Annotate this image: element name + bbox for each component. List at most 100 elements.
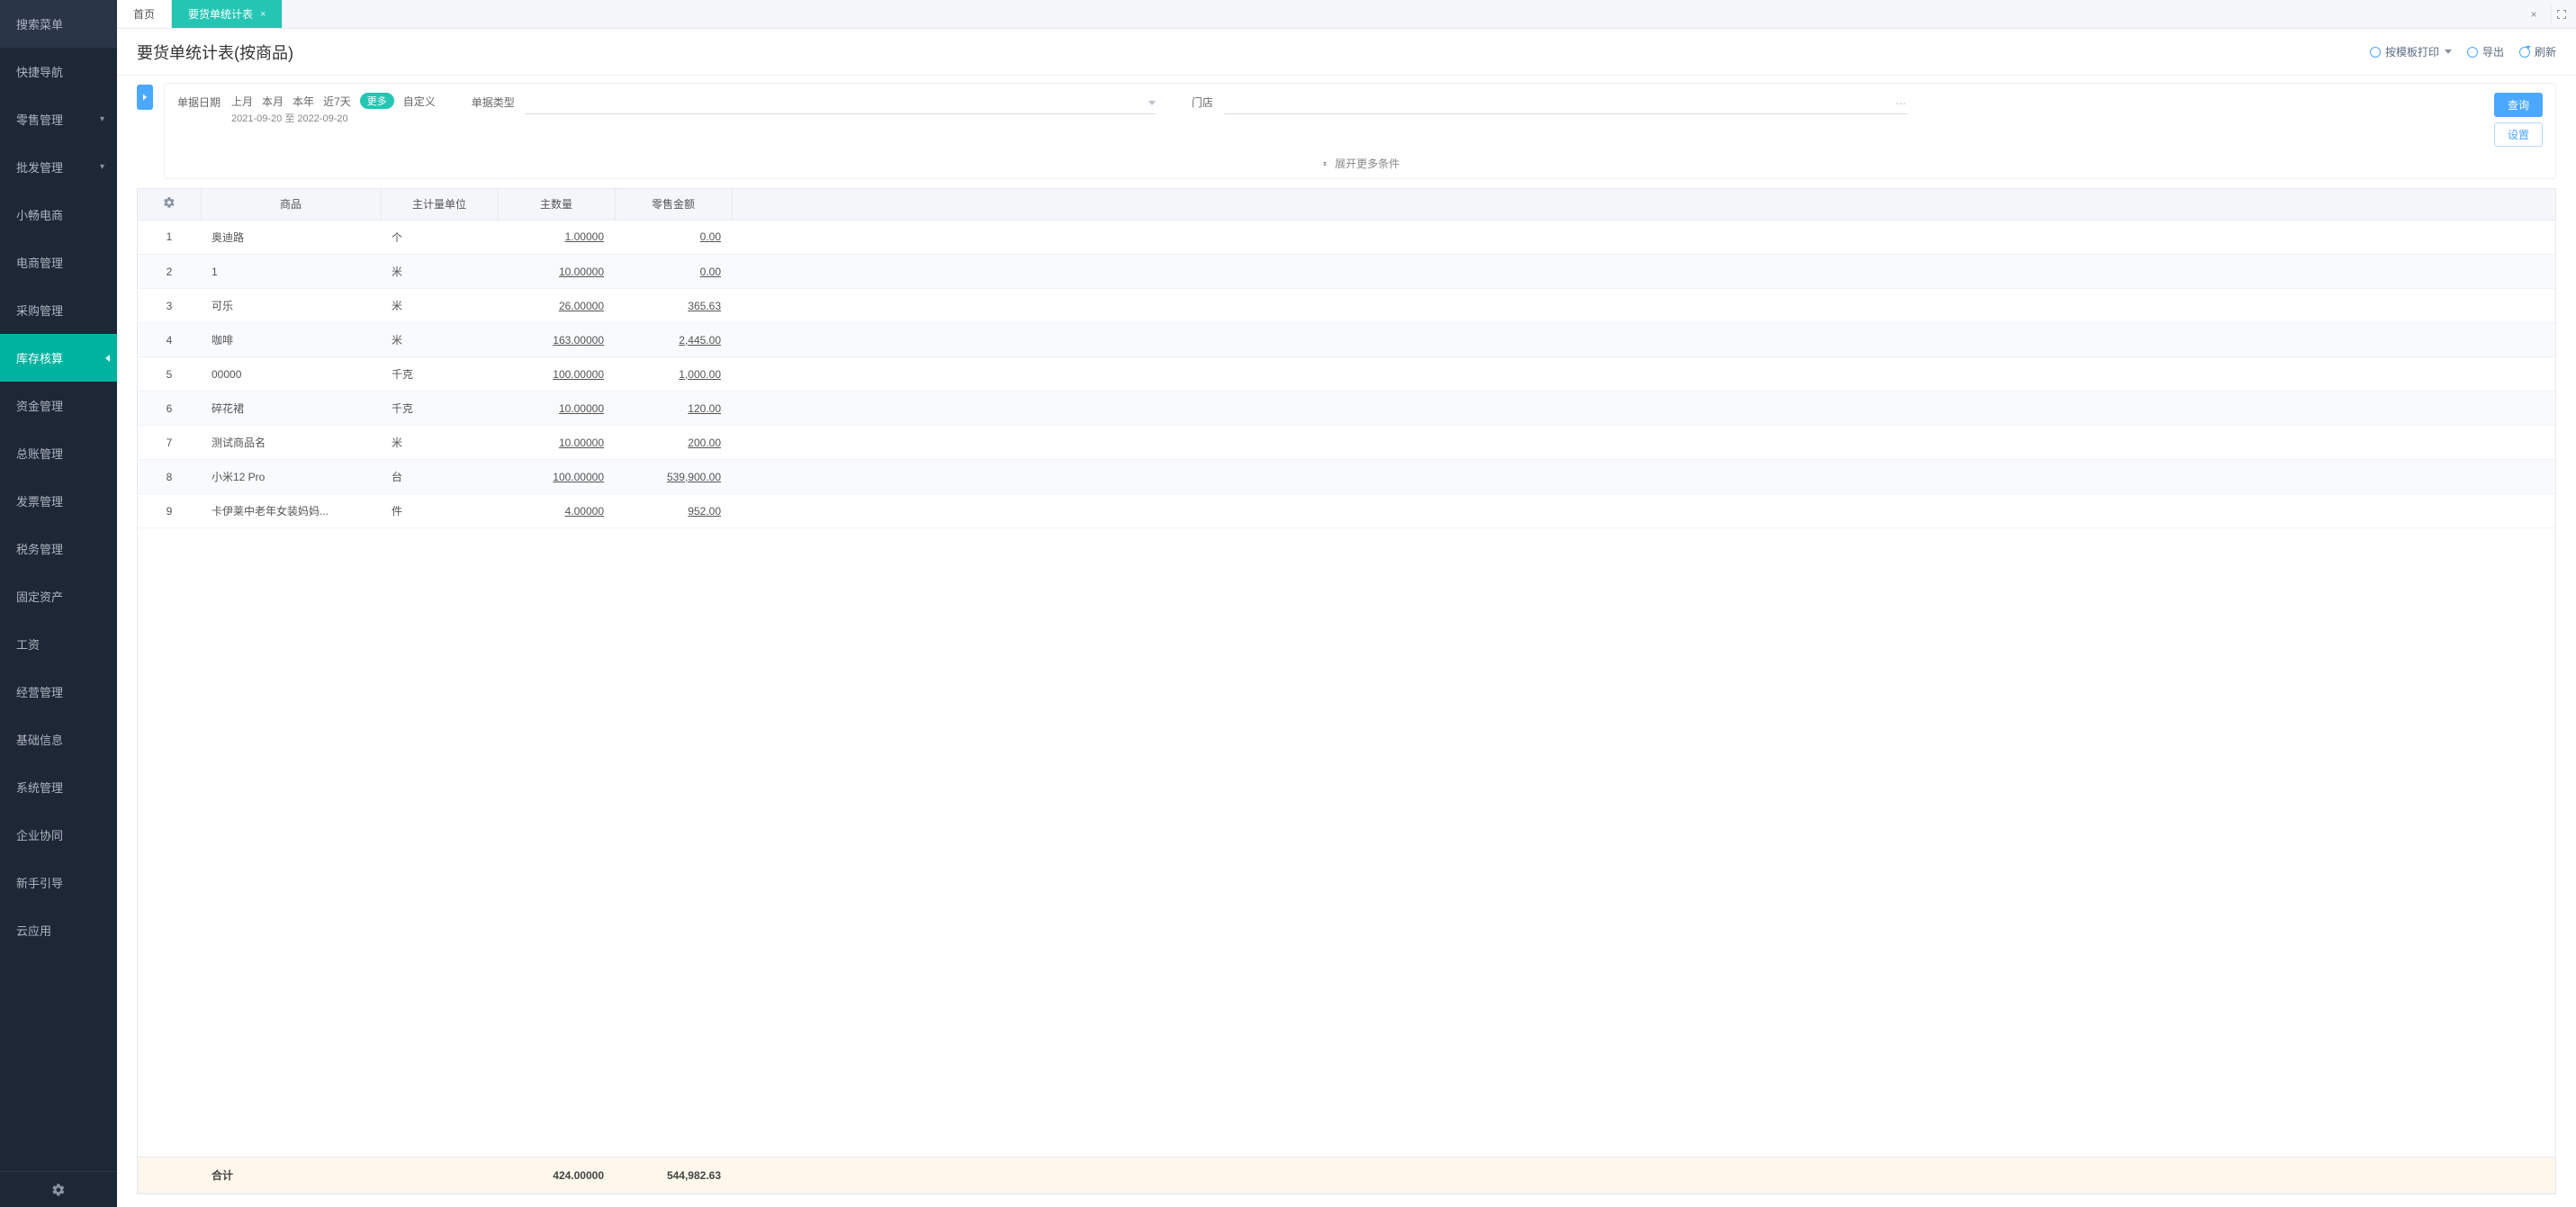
- sidebar-item-12[interactable]: 固定资产: [0, 572, 117, 620]
- date-more-pill[interactable]: 更多: [360, 93, 394, 109]
- tab-current[interactable]: 要货单统计表 ×: [172, 0, 283, 28]
- cell-qty[interactable]: 163.00000: [498, 323, 615, 357]
- chevron-down-icon: [2445, 50, 2452, 54]
- filter-billtype-label: 单据类型: [472, 93, 515, 110]
- table-row[interactable]: 4咖啡米163.000002,445.00: [138, 323, 2555, 357]
- table-settings-header[interactable]: [138, 189, 201, 220]
- cell-amount[interactable]: 539,900.00: [615, 460, 732, 494]
- cell-unit: 千克: [381, 357, 498, 392]
- date-this-month[interactable]: 本月: [262, 94, 284, 109]
- tab-home[interactable]: 首页: [117, 0, 172, 28]
- cell-unit: 米: [381, 426, 498, 460]
- store-select[interactable]: ⋯: [1224, 93, 1908, 114]
- col-spacer: [732, 189, 2555, 220]
- table-row[interactable]: 3可乐米26.00000365.63: [138, 289, 2555, 323]
- cell-amount[interactable]: 2,445.00: [615, 323, 732, 357]
- sidebar-item-19[interactable]: 云应用: [0, 906, 117, 954]
- sidebar-item-17[interactable]: 企业协同: [0, 811, 117, 859]
- cell-qty[interactable]: 26.00000: [498, 289, 615, 323]
- cell-name: 测试商品名: [201, 426, 381, 460]
- fullscreen-button[interactable]: [2551, 5, 2571, 24]
- cell-unit: 个: [381, 221, 498, 255]
- billtype-select[interactable]: [526, 93, 1156, 114]
- cell-amount[interactable]: 365.63: [615, 289, 732, 323]
- sidebar-item-label: 采购管理: [16, 302, 63, 319]
- sidebar-item-label: 总账管理: [16, 445, 63, 462]
- col-amount[interactable]: 零售金额: [615, 189, 732, 220]
- refresh-label: 刷新: [2535, 44, 2556, 59]
- footer-qty: 424.00000: [498, 1157, 615, 1193]
- sidebar-item-6[interactable]: 采购管理: [0, 286, 117, 334]
- cell-amount[interactable]: 120.00: [615, 392, 732, 426]
- table-row[interactable]: 6碎花裙千克10.00000120.00: [138, 392, 2555, 426]
- cell-qty[interactable]: 100.00000: [498, 460, 615, 494]
- sidebar-item-5[interactable]: 电商管理: [0, 239, 117, 286]
- col-product[interactable]: 商品: [201, 189, 381, 220]
- settings-button[interactable]: 设置: [2494, 122, 2543, 147]
- sidebar-item-label: 搜索菜单: [16, 15, 63, 32]
- sidebar: 搜索菜单快捷导航零售管理▾批发管理▾小畅电商电商管理采购管理库存核算资金管理总账…: [0, 0, 117, 1207]
- sidebar-item-11[interactable]: 税务管理: [0, 525, 117, 572]
- sidebar-item-8[interactable]: 资金管理: [0, 382, 117, 429]
- tab-close-all-button[interactable]: ×: [2524, 5, 2544, 24]
- expand-filters-button[interactable]: 展开更多条件: [177, 150, 2543, 178]
- sidebar-item-7[interactable]: 库存核算: [0, 334, 117, 382]
- table-header-row: 商品 主计量单位 主数量 零售金额: [138, 189, 2555, 220]
- query-button[interactable]: 查询: [2494, 93, 2543, 117]
- date-this-year[interactable]: 本年: [293, 94, 314, 109]
- col-qty[interactable]: 主数量: [498, 189, 615, 220]
- chevron-down-icon: ▾: [100, 162, 104, 172]
- sidebar-item-label: 资金管理: [16, 397, 63, 414]
- table-row[interactable]: 21米10.000000.00: [138, 255, 2555, 289]
- cell-amount[interactable]: 0.00: [615, 255, 732, 289]
- sidebar-item-16[interactable]: 系统管理: [0, 763, 117, 811]
- cell-qty[interactable]: 1.00000: [498, 221, 615, 255]
- cell-qty[interactable]: 10.00000: [498, 255, 615, 289]
- col-unit[interactable]: 主计量单位: [381, 189, 498, 220]
- cell-amount[interactable]: 0.00: [615, 221, 732, 255]
- page-header: 要货单统计表(按商品) 按模板打印 导出 刷新: [117, 29, 2576, 76]
- sidebar-item-13[interactable]: 工资: [0, 620, 117, 668]
- cell-qty[interactable]: 10.00000: [498, 392, 615, 426]
- date-custom[interactable]: 自定义: [403, 94, 436, 109]
- close-icon[interactable]: ×: [260, 9, 266, 20]
- sidebar-item-3[interactable]: 批发管理▾: [0, 143, 117, 191]
- table-row[interactable]: 7测试商品名米10.00000200.00: [138, 426, 2555, 460]
- double-chevron-down-icon: [1320, 159, 1329, 168]
- sidebar-item-10[interactable]: 发票管理: [0, 477, 117, 525]
- table-row[interactable]: 8小米12 Pro台100.00000539,900.00: [138, 460, 2555, 494]
- cell-amount[interactable]: 200.00: [615, 426, 732, 460]
- cell-qty[interactable]: 4.00000: [498, 494, 615, 528]
- filter-store-label: 门店: [1192, 93, 1213, 110]
- sidebar-item-14[interactable]: 经营管理: [0, 668, 117, 716]
- sidebar-item-label: 库存核算: [16, 349, 63, 366]
- table-footer-row: 合计 424.00000 544,982.63: [138, 1157, 2555, 1193]
- cell-qty[interactable]: 100.00000: [498, 357, 615, 392]
- cell-qty[interactable]: 10.00000: [498, 426, 615, 460]
- export-button[interactable]: 导出: [2466, 44, 2504, 59]
- cell-unit: 米: [381, 323, 498, 357]
- sidebar-item-2[interactable]: 零售管理▾: [0, 95, 117, 143]
- tabbar: 首页 要货单统计表 × ×: [117, 0, 2576, 29]
- sidebar-item-18[interactable]: 新手引导: [0, 859, 117, 906]
- sidebar-settings-button[interactable]: [0, 1171, 117, 1207]
- cell-amount[interactable]: 1,000.00: [615, 357, 732, 392]
- table-row[interactable]: 1奥迪路个1.000000.00: [138, 221, 2555, 255]
- cell-amount[interactable]: 952.00: [615, 494, 732, 528]
- refresh-button[interactable]: 刷新: [2518, 44, 2556, 59]
- sidebar-item-4[interactable]: 小畅电商: [0, 191, 117, 239]
- sidebar-item-0[interactable]: 搜索菜单: [0, 0, 117, 48]
- sidebar-item-1[interactable]: 快捷导航: [0, 48, 117, 95]
- table-row[interactable]: 500000千克100.000001,000.00: [138, 357, 2555, 392]
- print-button[interactable]: 按模板打印: [2369, 44, 2452, 59]
- date-last-month[interactable]: 上月: [231, 94, 253, 109]
- cell-idx: 2: [138, 255, 201, 289]
- ellipsis-icon: ⋯: [1896, 97, 1908, 110]
- table-row[interactable]: 9卡伊莱中老年女装妈妈...件4.00000952.00: [138, 494, 2555, 528]
- sidebar-item-15[interactable]: 基础信息: [0, 716, 117, 763]
- expand-icon: [2556, 9, 2567, 20]
- gear-icon: [51, 1183, 66, 1197]
- date-last7[interactable]: 近7天: [323, 94, 351, 109]
- sidebar-item-9[interactable]: 总账管理: [0, 429, 117, 477]
- filter-collapse-button[interactable]: [137, 85, 153, 110]
